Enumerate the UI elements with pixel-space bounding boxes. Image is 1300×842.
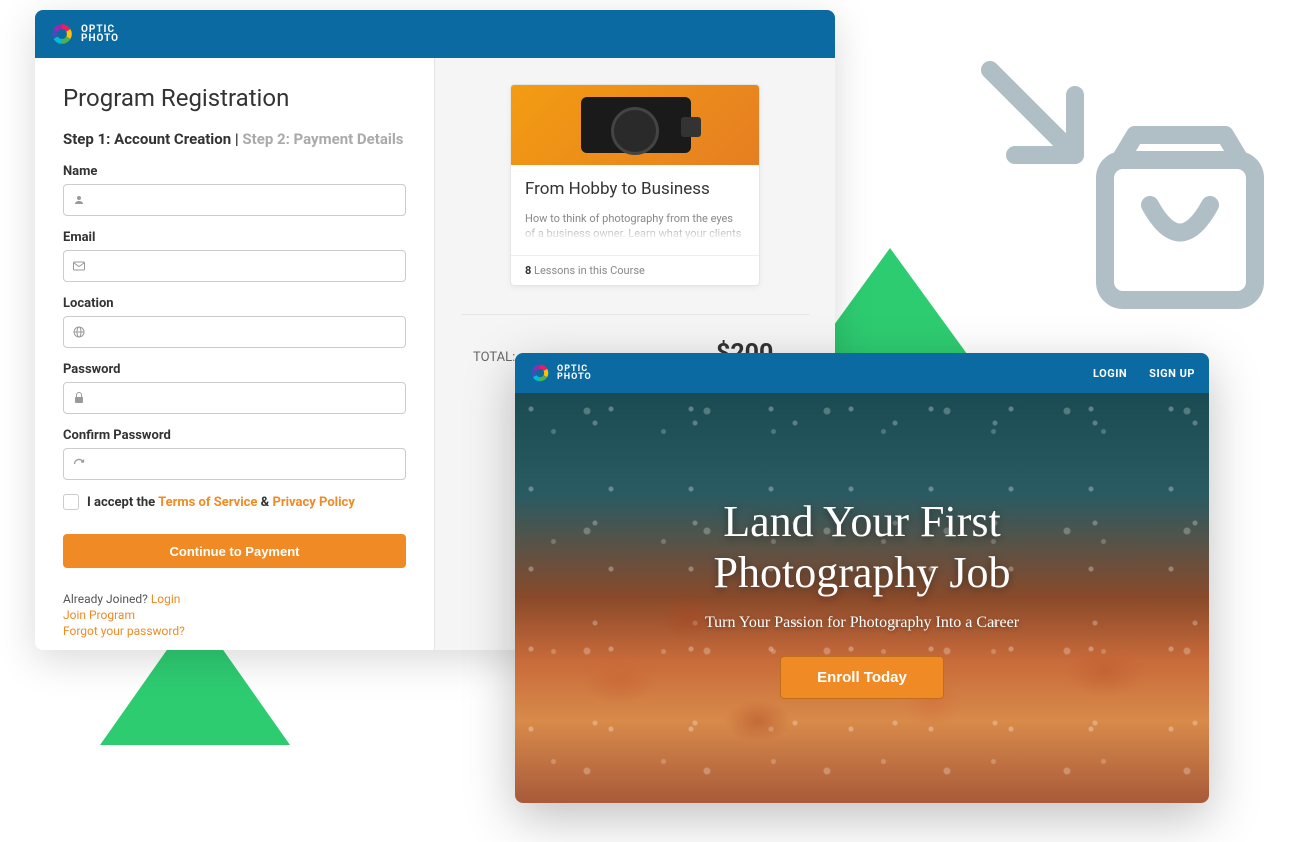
brand-logo: OPTIC PHOTO: [529, 362, 592, 384]
confirm-password-label: Confirm Password: [63, 428, 406, 443]
course-card: From Hobby to Business How to think of p…: [510, 84, 760, 286]
email-icon: [64, 261, 94, 271]
confirm-password-input[interactable]: [94, 449, 405, 479]
email-input[interactable]: [94, 251, 405, 281]
login-nav-link[interactable]: LOGIN: [1093, 367, 1127, 380]
logo-icon: [529, 362, 551, 384]
step-1-active: Step 1: Account Creation: [63, 130, 231, 148]
continue-to-payment-button[interactable]: Continue to Payment: [63, 534, 406, 568]
course-lesson-count: 8 Lessons in this Course: [511, 255, 759, 285]
name-field[interactable]: [63, 184, 406, 216]
hero-title: Land Your First Photography Job: [714, 497, 1011, 598]
hero-subtitle: Turn Your Passion for Photography Into a…: [705, 614, 1019, 632]
course-description: How to think of photography from the eye…: [525, 211, 745, 241]
name-input[interactable]: [94, 185, 405, 215]
header-bar: OPTIC PHOTO: [35, 10, 835, 58]
already-joined-text: Already Joined? Login: [63, 592, 406, 606]
terms-checkbox[interactable]: [63, 494, 79, 510]
logo-icon: [49, 21, 75, 47]
confirm-password-field[interactable]: [63, 448, 406, 480]
signup-nav-link[interactable]: SIGN UP: [1149, 367, 1195, 380]
email-field[interactable]: [63, 250, 406, 282]
name-label: Name: [63, 164, 406, 179]
forgot-password-link[interactable]: Forgot your password?: [63, 624, 185, 638]
total-label: TOTAL:: [473, 350, 515, 365]
step-2-inactive: Step 2: Payment Details: [242, 130, 403, 148]
location-input[interactable]: [94, 317, 405, 347]
hero-section: Land Your First Photography Job Turn You…: [515, 393, 1209, 803]
course-title: From Hobby to Business: [525, 179, 745, 199]
page-title: Program Registration: [63, 84, 406, 112]
step-indicator: Step 1: Account Creation | Step 2: Payme…: [63, 130, 406, 148]
logo-text-line2: PHOTO: [81, 34, 119, 43]
globe-icon: [64, 326, 94, 338]
landing-card: OPTIC PHOTO LOGIN SIGN UP Land Your Firs…: [515, 353, 1209, 803]
refresh-icon: [64, 458, 94, 470]
course-image: [511, 85, 759, 165]
password-label: Password: [63, 362, 406, 377]
login-link[interactable]: Login: [151, 592, 181, 606]
terms-label: I accept the Terms of Service & Privacy …: [87, 495, 355, 510]
password-input[interactable]: [94, 383, 405, 413]
location-field[interactable]: [63, 316, 406, 348]
password-field[interactable]: [63, 382, 406, 414]
email-label: Email: [63, 230, 406, 245]
brand-logo: OPTIC PHOTO: [49, 21, 119, 47]
logo-text-line2: PHOTO: [557, 373, 592, 381]
lock-icon: [64, 392, 94, 404]
join-program-link[interactable]: Join Program: [63, 608, 135, 622]
landing-header: OPTIC PHOTO LOGIN SIGN UP: [515, 353, 1209, 393]
user-icon: [64, 194, 94, 206]
location-label: Location: [63, 296, 406, 311]
decoration-shopping-icon: [960, 60, 1280, 320]
terms-of-service-link[interactable]: Terms of Service: [158, 495, 257, 510]
privacy-policy-link[interactable]: Privacy Policy: [272, 495, 354, 510]
enroll-button[interactable]: Enroll Today: [780, 656, 944, 699]
